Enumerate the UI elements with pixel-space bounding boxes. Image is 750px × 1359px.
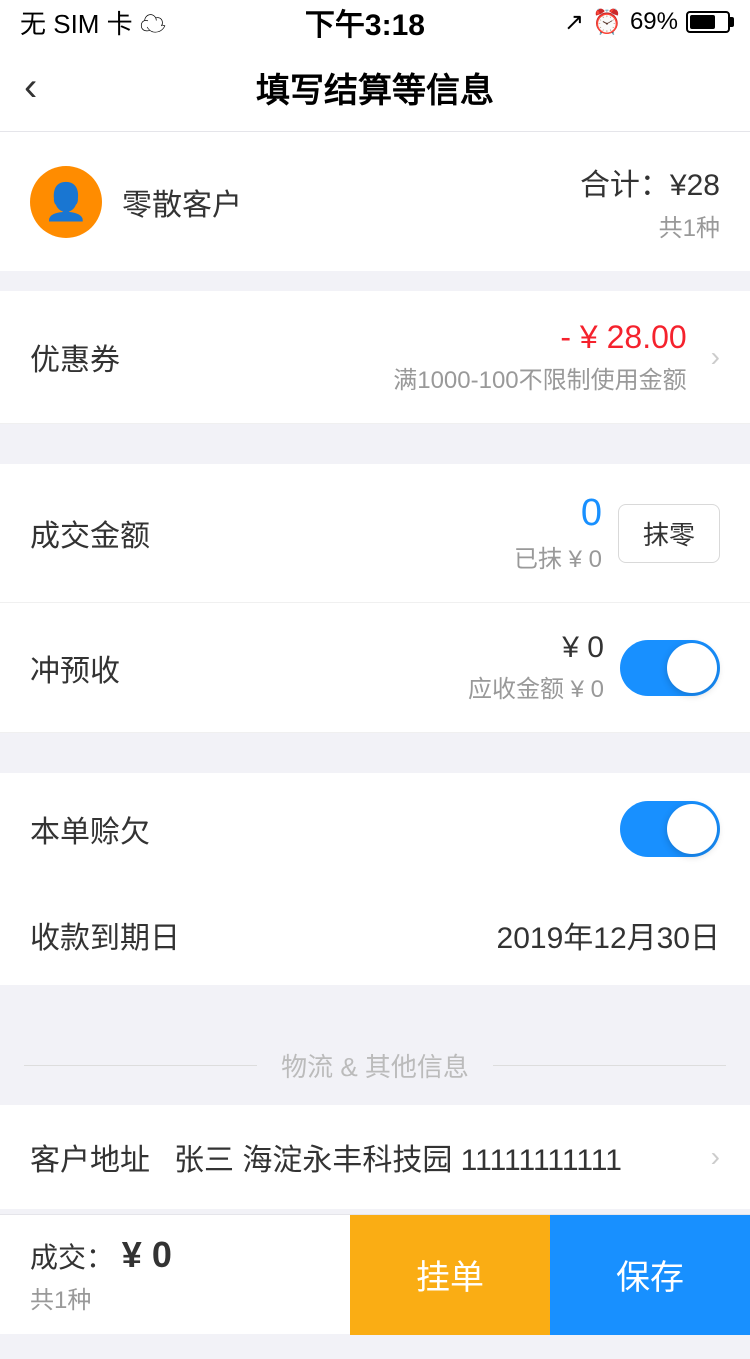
due-date-label: 收款到期日: [30, 913, 180, 957]
divider-3: [0, 1005, 750, 1025]
save-button[interactable]: 保存: [550, 1215, 750, 1335]
address-value: 张三 海淀永丰科技园 11111111111: [174, 1135, 703, 1179]
logistics-line-right: [493, 1065, 726, 1066]
battery-text: 69%: [630, 8, 678, 36]
coupon-sub: 满1000-100不限制使用金额: [393, 360, 686, 395]
bottom-left: 成交： ¥ 0 共1种: [0, 1234, 350, 1315]
battery-fill: [690, 15, 715, 29]
prepaid-sub: 应收金额 ¥ 0: [468, 669, 604, 704]
hang-button[interactable]: 挂单: [350, 1215, 550, 1335]
divider-2: [0, 753, 750, 773]
coupon-label: 优惠券: [30, 335, 120, 379]
prepaid-amount: ¥ 0: [468, 631, 604, 665]
coupon-chevron-icon: ›: [711, 341, 720, 373]
coupon-section[interactable]: 优惠券 - ¥ 28.00 满1000-100不限制使用金额 ›: [0, 291, 750, 424]
deal-sub: 已抹 ¥ 0: [514, 539, 602, 574]
prepaid-right: ¥ 0 应收金额 ¥ 0: [468, 631, 720, 704]
bottom-deal-amount: ¥ 0: [122, 1234, 172, 1275]
location-icon: ↗: [564, 8, 584, 37]
prepaid-toggle[interactable]: [620, 640, 720, 696]
credit-right: [620, 801, 720, 857]
nav-bar: ‹ 填写结算等信息: [0, 44, 750, 132]
credit-toggle-knob: [667, 804, 717, 854]
due-date-row: 收款到期日 2019年12月30日: [0, 885, 750, 985]
deal-value[interactable]: 0: [514, 492, 602, 535]
status-right: ↗ ⏰ 69%: [564, 8, 730, 37]
credit-row: 本单赊欠: [0, 773, 750, 885]
logistics-line-left: [24, 1065, 257, 1066]
coupon-value-col: - ¥ 28.00 满1000-100不限制使用金额: [393, 319, 686, 395]
prepaid-value-col: ¥ 0 应收金额 ¥ 0: [468, 631, 604, 704]
prepaid-toggle-knob: [667, 643, 717, 693]
avatar-icon: 👤: [44, 181, 89, 223]
coupon-right: - ¥ 28.00 满1000-100不限制使用金额 ›: [393, 319, 720, 395]
deal-right: 0 已抹 ¥ 0 抹零: [514, 492, 720, 574]
prepaid-label: 冲预收: [30, 646, 120, 690]
address-label: 客户地址: [30, 1135, 150, 1179]
logistics-label: 物流 & 其他信息: [281, 1047, 469, 1084]
customer-section: 👤 零散客户 合计：¥28 共1种: [0, 132, 750, 271]
deal-value-col: 0 已抹 ¥ 0: [514, 492, 602, 574]
status-time: 下午3:18: [305, 0, 425, 44]
address-section[interactable]: 客户地址 张三 海淀永丰科技园 11111111111 ›: [0, 1105, 750, 1209]
logistics-divider: 物流 & 其他信息: [0, 1025, 750, 1105]
bottom-deal-label: 成交：: [30, 1242, 114, 1273]
bottom-deal-row: 成交： ¥ 0: [30, 1234, 320, 1276]
bottom-count: 共1种: [30, 1280, 320, 1315]
customer-total-count: 共1种: [580, 208, 720, 243]
credit-label: 本单赊欠: [30, 807, 150, 851]
customer-left: 👤 零散客户: [30, 166, 242, 238]
no-sim-text: 无 SIM 卡 ☁: [20, 4, 166, 41]
customer-name: 零散客户: [122, 180, 242, 224]
credit-section: 本单赊欠 收款到期日 2019年12月30日: [0, 773, 750, 985]
alarm-icon: ⏰: [592, 8, 622, 37]
zero-button[interactable]: 抹零: [618, 504, 720, 563]
status-left: 无 SIM 卡 ☁: [20, 4, 166, 41]
prepaid-row: 冲预收 ¥ 0 应收金额 ¥ 0: [0, 603, 750, 733]
customer-total: 合计：¥28 共1种: [580, 160, 720, 243]
due-date-value: 2019年12月30日: [497, 913, 720, 957]
deal-section: 成交金额 0 已抹 ¥ 0 抹零 冲预收 ¥ 0 应收金额 ¥ 0: [0, 464, 750, 733]
address-chevron-icon: ›: [711, 1141, 720, 1173]
divider-1: [0, 444, 750, 464]
credit-toggle[interactable]: [620, 801, 720, 857]
deal-row: 成交金额 0 已抹 ¥ 0 抹零: [0, 464, 750, 603]
deal-label: 成交金额: [30, 511, 150, 555]
back-button[interactable]: ‹: [24, 65, 37, 110]
customer-avatar: 👤: [30, 166, 102, 238]
coupon-discount: - ¥ 28.00: [393, 319, 686, 356]
customer-total-amount: 合计：¥28: [580, 160, 720, 204]
bottom-bar: 成交： ¥ 0 共1种 挂单 保存: [0, 1214, 750, 1334]
page-title: 填写结算等信息: [256, 63, 494, 112]
status-bar: 无 SIM 卡 ☁ 下午3:18 ↗ ⏰ 69%: [0, 0, 750, 44]
battery-icon: [686, 11, 730, 33]
coupon-row[interactable]: 优惠券 - ¥ 28.00 满1000-100不限制使用金额 ›: [0, 291, 750, 424]
